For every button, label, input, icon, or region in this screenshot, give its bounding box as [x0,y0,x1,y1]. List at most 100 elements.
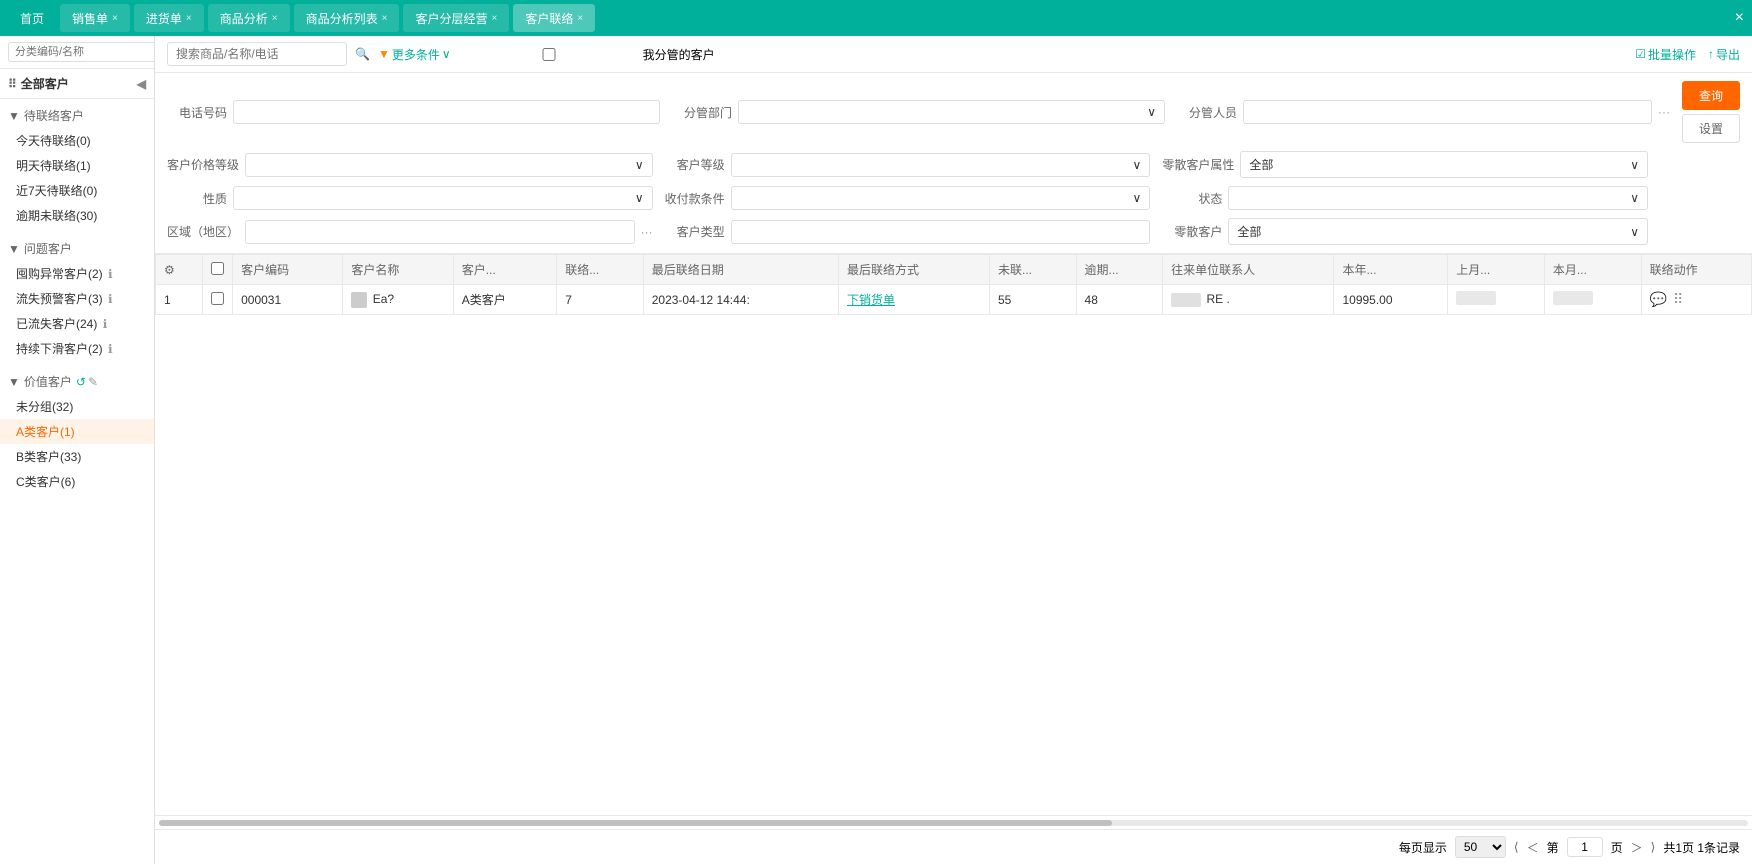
row-checkbox-cell[interactable] [203,285,233,315]
sidebar-item-overdue[interactable]: 逾期未联络(30) [0,203,154,228]
manager-dots[interactable]: ··· [1658,105,1670,119]
filter-nature: 性质 ∨ [167,186,653,210]
nav-tab-analysis-list[interactable]: 商品分析列表 × [294,4,400,32]
sidebar-all-customers-header: ⠿ 全部客户 ◀ [0,69,154,99]
edit-icon[interactable]: ✎ [88,375,98,389]
region-dots[interactable]: ··· [641,225,653,239]
nav-tab-customer-contact[interactable]: 客户联络 × [513,4,595,32]
close-sales-tab[interactable]: × [112,13,118,24]
row-overdue: 48 [1076,285,1163,315]
export-btn[interactable]: ↑ 导出 [1708,46,1740,63]
sidebar-item-hoarding[interactable]: 囤购异常客户(2) ℹ [0,261,154,286]
close-customer-tier-tab[interactable]: × [491,13,497,24]
sidebar-item-declining[interactable]: 持续下滑客户(2) ℹ [0,336,154,361]
bulk-ops-btn[interactable]: ☑ 批量操作 [1635,46,1696,63]
chevron-retail: ∨ [1630,158,1639,172]
nav-home[interactable]: 首页 [8,4,56,32]
row-checkbox[interactable] [211,292,224,305]
sidebar-item-class-c[interactable]: C类客户(6) [0,469,154,494]
sidebar-item-churn-warning[interactable]: 流失预警客户(3) ℹ [0,286,154,311]
row-last-contact-method[interactable]: 下销货单 [838,285,989,315]
filter-retail-customer: 零散客户 全部 ∨ [1162,218,1648,245]
retail-customer-select[interactable]: 全部 ∨ [1228,218,1648,245]
status-select[interactable]: ∨ [1228,186,1648,210]
query-button[interactable]: 查询 [1682,81,1740,110]
pending-contacts-title[interactable]: ▼ 待联络客户 [0,103,154,128]
nav-tab-analysis[interactable]: 商品分析 × [208,4,290,32]
sidebar-item-7days[interactable]: 近7天待联络(0) [0,178,154,203]
col-this-month: 本月... [1544,255,1641,285]
sidebar-search-input[interactable] [8,42,155,62]
sidebar-item-class-a[interactable]: A类客户(1) [0,419,154,444]
value-customers-title[interactable]: ▼ 价值客户 ↺ ✎ [0,369,154,394]
phone-input[interactable] [233,100,660,124]
phone-label: 电话号码 [167,104,227,121]
total-records-label: 共1页 1条记录 [1663,839,1740,856]
close-all-tabs[interactable]: × [1735,9,1744,27]
gear-icon[interactable]: ⚙ [164,263,175,277]
col-uncontacted: 未联... [990,255,1077,285]
sidebar-item-class-b[interactable]: B类客户(33) [0,444,154,469]
close-customer-contact-tab[interactable]: × [577,13,583,24]
page-input[interactable] [1567,837,1603,857]
col-last-contact-method: 最后联络方式 [838,255,989,285]
qr-action-icon[interactable]: ⠿ [1673,291,1683,308]
row-this-month [1544,285,1641,315]
close-analysis-tab[interactable]: × [272,13,278,24]
next-next-btn[interactable]: ⟩ [1651,840,1656,854]
retail-attr-select[interactable]: 全部 ∨ [1240,151,1648,178]
sidebar-item-tomorrow[interactable]: 明天待联络(1) [0,153,154,178]
filter-price-level: 客户价格等级 ∨ [167,153,653,177]
filter-row-1: 电话号码 分管部门 ∨ 分管人员 ··· 查询 设置 [167,81,1740,143]
nav-tab-customer-tier[interactable]: 客户分层经营 × [403,4,509,32]
close-purchase-tab[interactable]: × [186,13,192,24]
dept-label: 分管部门 [672,104,732,121]
region-input[interactable] [245,220,635,244]
per-page-select[interactable]: 102050100 [1455,836,1506,858]
close-analysis-list-tab[interactable]: × [382,13,388,24]
problem-customers-title[interactable]: ▼ 问题客户 [0,236,154,261]
chevron-dept: ∨ [1147,105,1156,119]
col-checkbox[interactable] [203,255,233,285]
filter-search-icon[interactable]: 🔍 [355,47,370,61]
payment-select[interactable]: ∨ [731,186,1151,210]
more-conditions-btn[interactable]: ▼ 更多条件 ∨ [378,46,451,63]
scrollbar-thumb[interactable] [159,820,1112,826]
filter-dept: 分管部门 ∨ [672,100,1165,124]
per-page-label: 每页显示 [1399,839,1447,856]
chat-action-icon[interactable]: 💬 [1650,291,1667,308]
search-input[interactable] [167,42,347,66]
last-contact-link[interactable]: 下销货单 [847,293,895,307]
my-customers-checkbox-label[interactable]: 我分管的客户 [459,46,715,63]
my-customers-checkbox[interactable] [459,48,639,61]
prev-prev-btn[interactable]: ⟨ [1514,840,1519,854]
filter-payment: 收付款条件 ∨ [665,186,1151,210]
customer-type-input[interactable] [731,220,1151,244]
row-actions: 💬 ⠿ [1641,285,1751,315]
row-last-month [1448,285,1545,315]
manager-input[interactable] [1243,100,1652,124]
nature-select[interactable]: ∨ [233,186,653,210]
sidebar-item-ungraded[interactable]: 未分组(32) [0,394,154,419]
refresh-icon[interactable]: ↺ [76,375,86,389]
horizontal-scrollbar[interactable] [155,815,1752,829]
dept-select[interactable]: ∨ [738,100,1165,124]
select-all-checkbox[interactable] [211,262,224,275]
info-icon-churn-warning: ℹ [108,292,113,306]
chevron-price: ∨ [635,158,644,172]
page-label: 第 [1547,839,1559,856]
table-row: 1 000031 Ea? A类客户 7 2023-04-12 14:44: [156,285,1752,315]
next-btn[interactable]: ＞ [1631,839,1643,856]
price-level-select[interactable]: ∨ [245,153,653,177]
row-name: Ea? [343,285,453,315]
sidebar-item-today[interactable]: 今天待联络(0) [0,128,154,153]
prev-btn[interactable]: ＜ [1527,839,1539,856]
nav-tab-sales[interactable]: 销售单 × [60,4,130,32]
sidebar-item-churned[interactable]: 已流失客户(24) ℹ [0,311,154,336]
col-this-year: 本年... [1334,255,1448,285]
nav-tab-purchase[interactable]: 进货单 × [134,4,204,32]
settings-button[interactable]: 设置 [1682,114,1740,143]
sidebar-collapse-btn[interactable]: ◀ [137,77,146,91]
col-gear[interactable]: ⚙ [156,255,203,285]
customer-level-select[interactable]: ∨ [731,153,1151,177]
